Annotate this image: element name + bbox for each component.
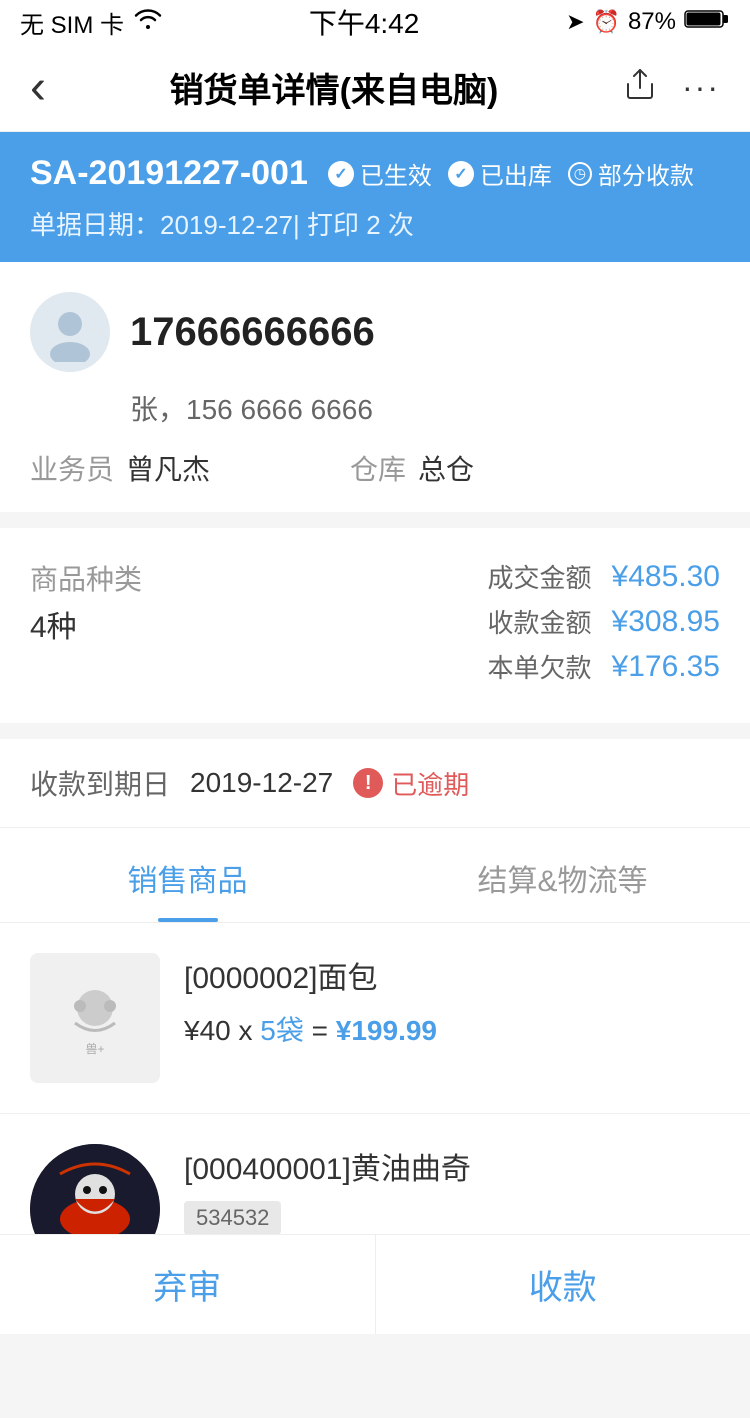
collect-payment-button[interactable]: 收款 — [376, 1235, 750, 1334]
sales-meta: 业务员 曾凡杰 — [30, 448, 210, 488]
due-date-value: 2019-12-27 — [190, 767, 333, 799]
product-item: 兽+ [0000002]面包 ¥40 x 5袋 = ¥199.99 — [0, 923, 750, 1114]
svg-text:兽+: 兽+ — [85, 1042, 104, 1056]
received-label: 收款金额 — [488, 603, 592, 640]
product-info-1: [0000002]面包 ¥40 x 5袋 = ¥199.99 — [184, 953, 720, 1049]
amount-label: 成交金额 — [488, 558, 592, 595]
nav-left: ‹ — [30, 60, 46, 115]
product-name-2: [000400001]黄油曲奇 — [184, 1144, 720, 1188]
warehouse-meta: 仓库 总仓 — [350, 448, 474, 488]
status-tags: ✓ 已生效 ✓ 已出库 ◷ 部分收款 — [328, 156, 694, 191]
more-button[interactable]: ··· — [682, 69, 720, 106]
nav-right: ··· — [622, 66, 720, 110]
debt-label: 本单欠款 — [488, 648, 592, 685]
product-type-label: 商品种类 — [30, 558, 142, 598]
status-right: ➤ ⏰ 87% — [566, 8, 730, 37]
battery-icon — [684, 8, 730, 37]
stats-section: 商品种类 4种 成交金额 ¥485.30 收款金额 ¥308.95 本单欠款 ¥… — [0, 528, 750, 723]
status-bar: 无 SIM 卡 下午4:42 ➤ ⏰ 87% — [0, 0, 750, 44]
product-badge-2: 534532 — [184, 1201, 281, 1235]
tab-sales-products[interactable]: 销售商品 — [0, 828, 375, 922]
wifi-icon — [134, 8, 162, 36]
amount-value: ¥485.30 — [612, 560, 720, 594]
share-button[interactable] — [622, 66, 658, 110]
clock-payment-icon: ◷ — [568, 162, 592, 186]
amount-row: 成交金额 ¥485.30 — [488, 558, 720, 595]
overdue-text: 已逾期 — [391, 765, 469, 802]
customer-section: 17666666666 张，156 6666 6666 业务员 曾凡杰 仓库 总… — [0, 262, 750, 512]
tab-settlement[interactable]: 结算&物流等 — [375, 828, 750, 922]
battery-text: 87% — [628, 8, 676, 36]
sales-name: 曾凡杰 — [126, 448, 210, 488]
received-row: 收款金额 ¥308.95 — [488, 603, 720, 640]
tabs-section: 销售商品 结算&物流等 — [0, 828, 750, 923]
customer-avatar — [30, 292, 110, 372]
nav-bar: ‹ 销货单详情(来自电脑) ··· — [0, 44, 750, 132]
order-header: SA-20191227-001 ✓ 已生效 ✓ 已出库 ◷ 部分收款 单据日期：… — [0, 132, 750, 262]
debt-row: 本单欠款 ¥176.35 — [488, 648, 720, 685]
product-type-count: 4种 — [30, 602, 77, 646]
sales-label: 业务员 — [30, 448, 114, 488]
product-price-1: ¥40 x 5袋 = ¥199.99 — [184, 1009, 720, 1049]
check-shipped-icon: ✓ — [448, 161, 474, 187]
check-effective-icon: ✓ — [328, 161, 354, 187]
overdue-icon: ! — [353, 768, 383, 798]
alarm-icon: ⏰ — [593, 9, 620, 35]
received-value: ¥308.95 — [612, 605, 720, 639]
customer-phone: 17666666666 — [130, 310, 375, 355]
product-thumbnail-1: 兽+ — [30, 953, 160, 1083]
financial-stats: 成交金额 ¥485.30 收款金额 ¥308.95 本单欠款 ¥176.35 — [488, 558, 720, 693]
status-partial-payment: ◷ 部分收款 — [568, 156, 694, 191]
due-date-section: 收款到期日 2019-12-27 ! 已逾期 — [0, 739, 750, 828]
order-id: SA-20191227-001 — [30, 154, 308, 193]
due-label: 收款到期日 — [30, 763, 170, 803]
status-left: 无 SIM 卡 — [20, 5, 162, 40]
customer-name-phone: 张，156 6666 6666 — [30, 388, 720, 428]
carrier-text: 无 SIM 卡 — [20, 5, 124, 40]
warehouse-name: 总仓 — [418, 448, 474, 488]
location-icon: ➤ — [566, 9, 584, 35]
debt-value: ¥176.35 — [612, 650, 720, 684]
time-display: 下午4:42 — [309, 2, 420, 42]
order-date: 单据日期：2019-12-27| 打印 2 次 — [30, 205, 720, 242]
product-name-1: [0000002]面包 — [184, 953, 720, 997]
overdue-badge: ! 已逾期 — [353, 765, 469, 802]
tabs-header: 销售商品 结算&物流等 — [0, 828, 750, 923]
status-effective: ✓ 已生效 — [328, 156, 432, 191]
nav-title: 销货单详情(来自电脑) — [170, 63, 499, 112]
back-button[interactable]: ‹ — [30, 60, 46, 115]
warehouse-label: 仓库 — [350, 448, 406, 488]
product-type-stats: 商品种类 4种 — [30, 558, 142, 646]
bottom-bar: 弃审 收款 — [0, 1234, 750, 1334]
status-shipped: ✓ 已出库 — [448, 156, 552, 191]
customer-meta: 业务员 曾凡杰 仓库 总仓 — [30, 448, 720, 488]
cancel-review-button[interactable]: 弃审 — [0, 1235, 376, 1334]
